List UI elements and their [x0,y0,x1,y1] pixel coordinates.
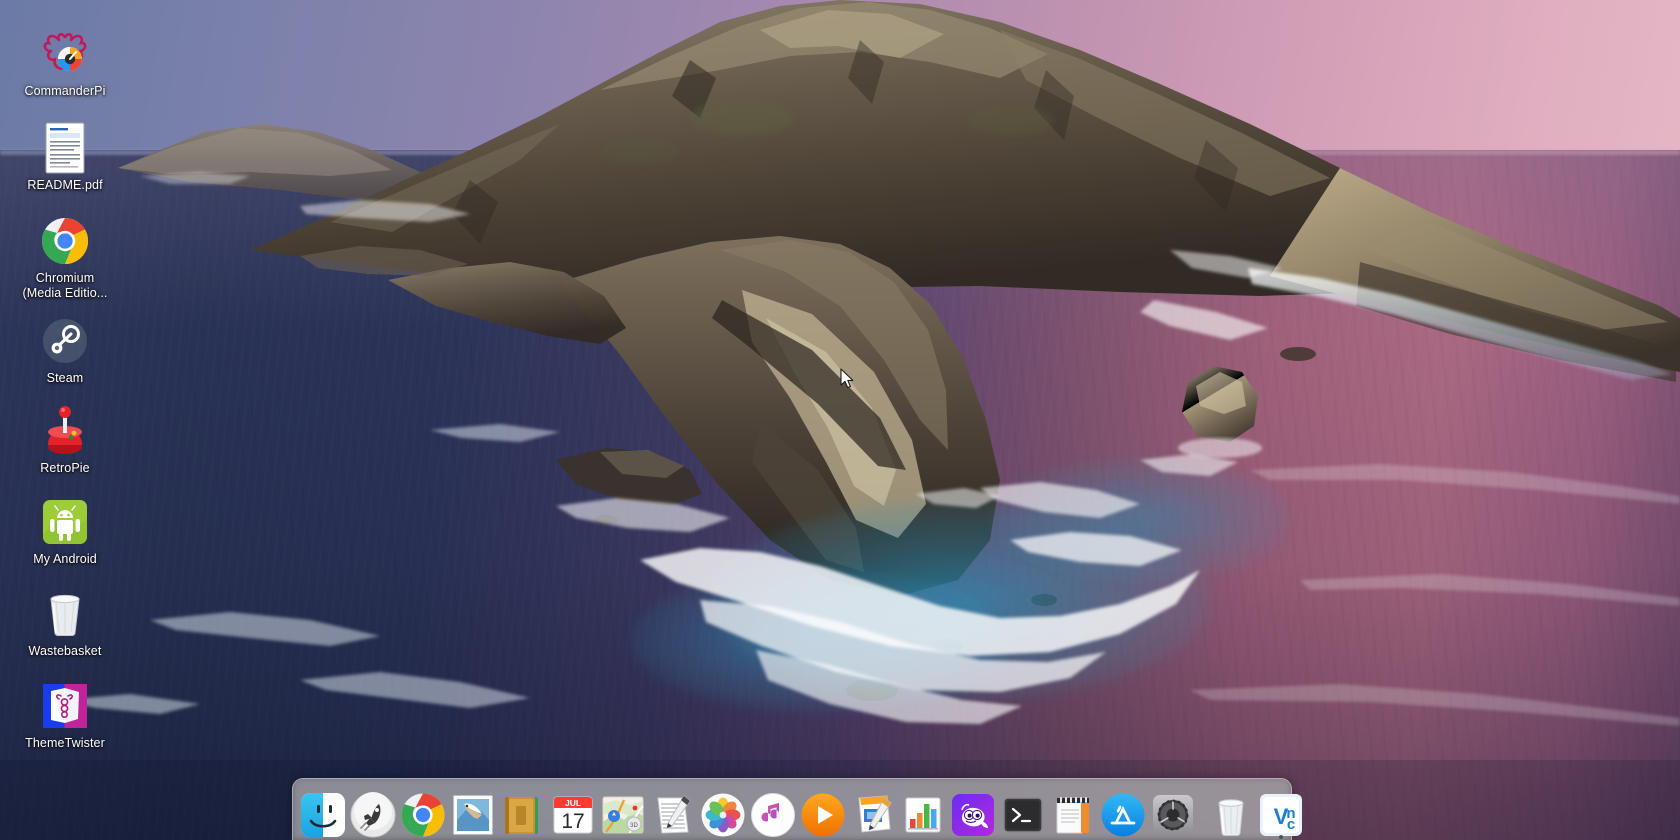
dock-item-system-preferences[interactable] [1150,786,1196,838]
desktop-icon-commanderpi[interactable]: CommanderPi [8,28,122,99]
retropie-joystick-icon [39,405,91,457]
address-book-icon [1050,792,1096,838]
dock-item-gimp[interactable] [950,786,996,838]
dock-running-indicator [1279,835,1283,839]
desktop-icon-retropie[interactable]: RetroPie [8,405,122,476]
dock-item-vnc-viewer[interactable]: V n c [1258,786,1304,838]
desktop-icon-themetwister[interactable]: ThemeTwister [8,680,122,751]
maps-icon: 3D [600,792,646,838]
calendar-month-label: JUL [565,798,581,808]
desktop-icon-label: RetroPie [40,461,89,476]
play-circle-icon [800,792,846,838]
dock-item-numbers[interactable] [900,786,946,838]
numbers-bar-chart-icon [900,792,946,838]
app-store-icon [1100,792,1146,838]
svg-text:3D: 3D [630,823,638,829]
dock-item-launchpad[interactable] [350,786,396,838]
desktop-icon-readme-pdf[interactable]: README.pdf [8,122,122,193]
dock-item-music[interactable] [750,786,796,838]
svg-text:c: c [1287,816,1295,833]
steam-icon [39,315,91,367]
dock-item-photos[interactable] [700,786,746,838]
desktop-icon-chromium[interactable]: Chromium (Media Editio... [8,215,122,300]
desktop-root: CommanderPi README.pdf [0,0,1680,840]
calendar-icon: JUL 17 [550,792,596,838]
dock-item-terminal[interactable] [1000,786,1046,838]
photos-pinwheel-icon [700,792,746,838]
wastebasket-icon [39,588,91,640]
desktop-icon-label-line2: (Media Editio... [23,286,108,300]
dock-item-app-store[interactable] [1100,786,1146,838]
desktop-icon-wastebasket[interactable]: Wastebasket [8,588,122,659]
terminal-prompt-icon [1000,792,1046,838]
calendar-day-label: 17 [561,810,584,833]
notes-pencil-icon [650,792,696,838]
desktop-icon-label: Chromium (Media Editio... [23,271,108,300]
keynote-icon [850,792,896,838]
contacts-book-icon [500,792,546,838]
desktop-icon-label-line1: Chromium [36,271,94,285]
desktop-icon-label: ThemeTwister [25,736,105,751]
raspberry-pi-commander-icon [39,28,91,80]
theme-twister-icon [39,680,91,732]
dock: JUL 17 3D [292,778,1292,840]
desktop-icon-label: CommanderPi [25,84,106,99]
chrome-icon [400,792,446,838]
vnc-viewer-icon: V n c [1258,792,1304,838]
rocket-icon [350,792,396,838]
gimp-wilber-icon [950,792,996,838]
desktop-icon-my-android[interactable]: My Android [8,496,122,567]
dock-item-mail[interactable] [450,786,496,838]
android-robot-icon [39,496,91,548]
dock-item-trash[interactable] [1208,786,1254,838]
desktop-icon-label: My Android [33,552,97,567]
dock-item-chrome[interactable] [400,786,446,838]
desktop-icon-label: Wastebasket [29,644,102,659]
music-note-icon [750,792,796,838]
dock-item-maps[interactable]: 3D [600,786,646,838]
dock-item-notes[interactable] [650,786,696,838]
pdf-document-icon [39,122,91,174]
dock-item-address-book[interactable] [1050,786,1096,838]
desktop-icon-label: Steam [47,371,84,386]
desktop-icon-label: README.pdf [27,178,102,193]
dock-item-finder[interactable] [300,786,346,838]
dock-item-calendar[interactable]: JUL 17 [550,786,596,838]
dock-item-contacts[interactable] [500,786,546,838]
mail-stamp-icon [450,792,496,838]
chromium-browser-icon [39,215,91,267]
finder-face-icon [300,792,346,838]
wallpaper-headland [0,0,1680,840]
desktop-icon-steam[interactable]: Steam [8,315,122,386]
dock-item-vlc[interactable] [800,786,846,838]
trash-bin-icon [1208,792,1254,838]
dock-item-keynote[interactable] [850,786,896,838]
gear-cog-icon [1150,792,1196,838]
